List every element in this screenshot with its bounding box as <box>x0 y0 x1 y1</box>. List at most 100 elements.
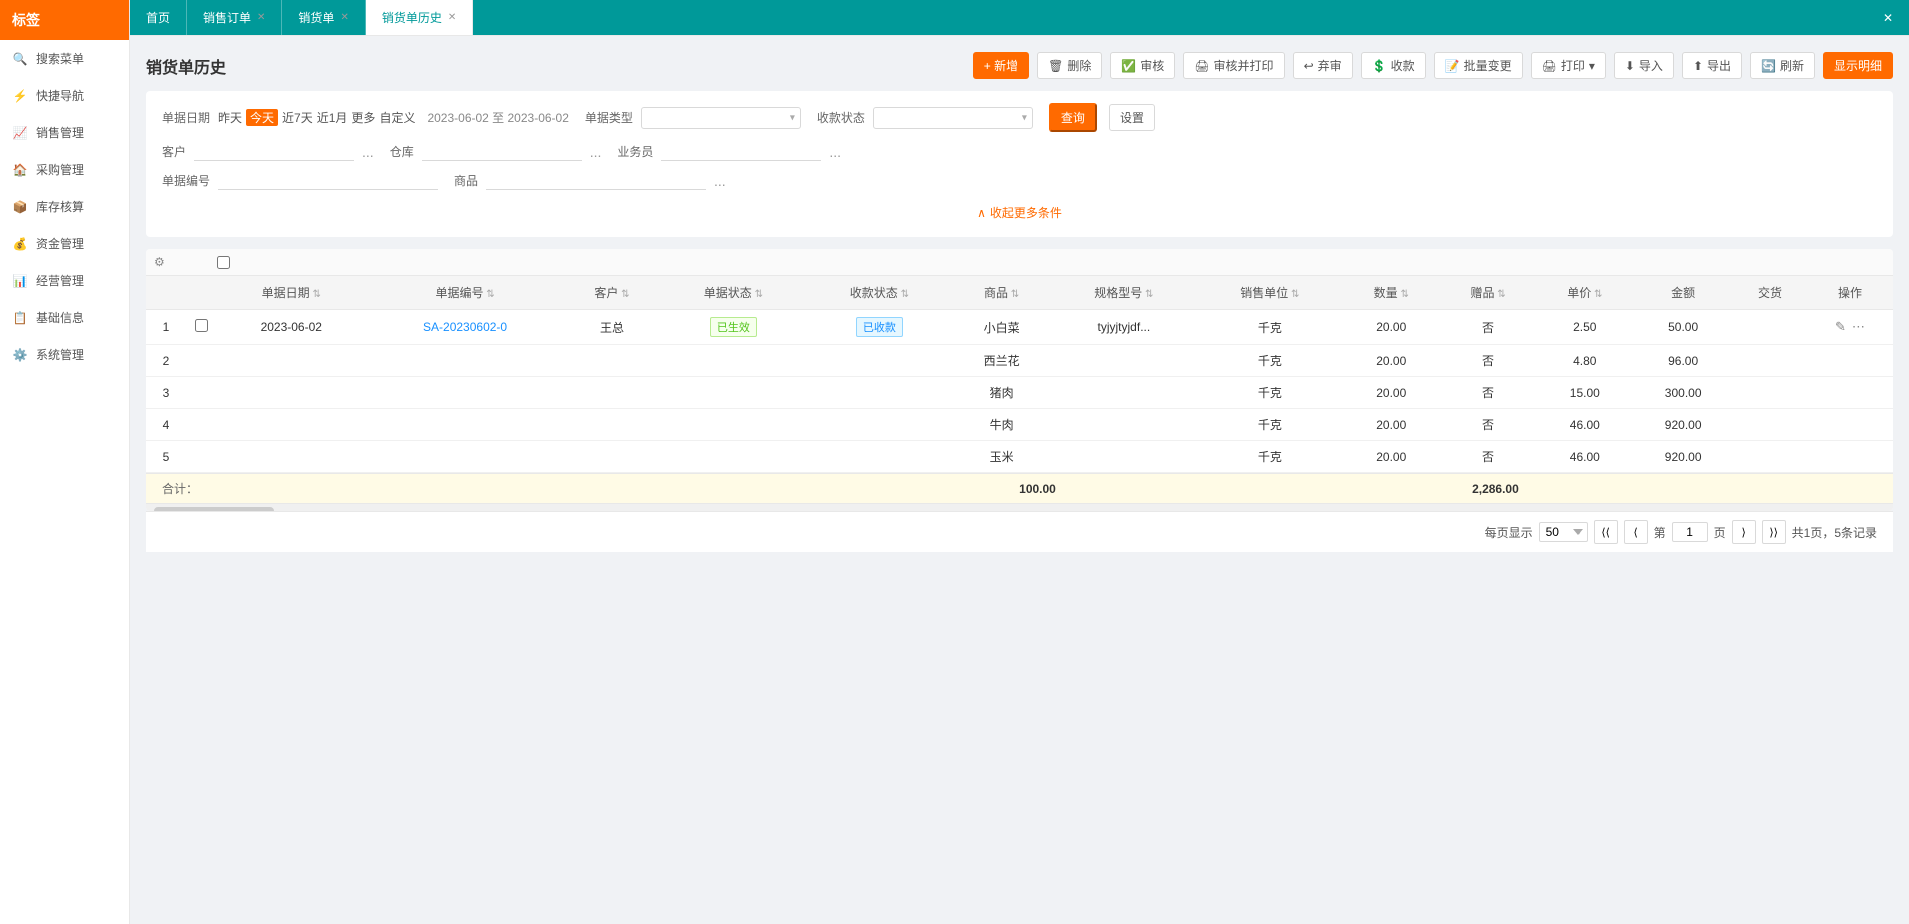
tab-sales-order[interactable]: 销售订单 ✕ <box>187 0 282 35</box>
tab-sales-goods[interactable]: 销货单 ✕ <box>282 0 365 35</box>
row-checkbox[interactable] <box>195 319 208 332</box>
import-button[interactable]: ⬇ 导入 <box>1614 52 1674 79</box>
tab-sales-history[interactable]: 销货单历史 ✕ <box>366 0 473 35</box>
export-button[interactable]: ⬆ 导出 <box>1682 52 1742 79</box>
filter-item-customer: 客户 ... <box>162 142 374 161</box>
goods-input[interactable] <box>486 171 706 190</box>
chevron-up-icon: ∧ <box>977 206 986 220</box>
refresh-icon: 🔄 <box>1761 59 1776 73</box>
cell-gift: 否 <box>1440 441 1537 473</box>
col-price[interactable]: 单价 <box>1536 276 1633 310</box>
query-button[interactable]: 查询 <box>1049 103 1097 132</box>
col-index <box>146 276 186 310</box>
sidebar-item-purchase-mgmt[interactable]: 🏠 采购管理 <box>0 151 129 188</box>
col-pay-status[interactable]: 收款状态 <box>806 276 952 310</box>
refresh-button[interactable]: 🔄 刷新 <box>1750 52 1815 79</box>
warehouse-input[interactable] <box>422 142 582 161</box>
cell-qty: 20.00 <box>1343 409 1440 441</box>
sidebar-item-finance-mgmt[interactable]: 💰 资金管理 <box>0 225 129 262</box>
horizontal-scrollbar[interactable] <box>146 503 1893 511</box>
staff-input[interactable] <box>661 142 821 161</box>
col-order-no[interactable]: 单据编号 <box>367 276 564 310</box>
filter-row-2: 客户 ... 仓库 ... 业务员 ... <box>162 142 1877 161</box>
next-page-button[interactable]: ⟩ <box>1732 520 1756 544</box>
page-size-select[interactable]: 20 50 100 <box>1539 522 1588 542</box>
staff-picker-icon[interactable]: ... <box>829 144 841 160</box>
table-settings-icon[interactable]: ⚙ <box>154 255 165 269</box>
table-row: 2 西兰花 千克 20.00 否 4.80 96.00 <box>146 345 1893 377</box>
cell-spec <box>1051 441 1197 473</box>
type-select[interactable] <box>641 107 801 129</box>
close-all-icon[interactable]: ✕ <box>1875 11 1901 25</box>
more-icon[interactable]: ⋯ <box>1852 319 1865 335</box>
sidebar-item-basic-info[interactable]: 📋 基础信息 <box>0 299 129 336</box>
print-button[interactable]: 🖨 打印 ▾ <box>1531 52 1606 79</box>
batch-change-button[interactable]: 📝 批量变更 <box>1434 52 1523 79</box>
order-no-input[interactable] <box>218 171 438 190</box>
filter-item-order-no: 单据编号 <box>162 171 438 190</box>
col-qty[interactable]: 数量 <box>1343 276 1440 310</box>
customer-picker-icon[interactable]: ... <box>362 144 374 160</box>
page-input[interactable] <box>1672 522 1708 542</box>
review-button[interactable]: ✅ 审核 <box>1110 52 1175 79</box>
sidebar-item-quick-nav[interactable]: ⚡ 快捷导航 <box>0 77 129 114</box>
col-spec[interactable]: 规格型号 <box>1051 276 1197 310</box>
first-page-button[interactable]: ⟨⟨ <box>1594 520 1618 544</box>
cell-order-no <box>367 409 564 441</box>
customer-input[interactable] <box>194 142 354 161</box>
col-date[interactable]: 单据日期 <box>216 276 367 310</box>
shortcut-more[interactable]: 更多 <box>351 109 375 126</box>
review-print-button[interactable]: 🖨 审核并打印 <box>1183 52 1284 79</box>
cell-index: 1 <box>146 310 186 345</box>
cell-customer <box>564 441 661 473</box>
col-customer[interactable]: 客户 <box>564 276 661 310</box>
flash-icon: ⚡ <box>12 88 28 104</box>
cell-order-no <box>367 345 564 377</box>
cell-order-status <box>660 409 806 441</box>
tab-close-sales-history[interactable]: ✕ <box>448 12 456 23</box>
bar-icon: 📊 <box>12 273 28 289</box>
last-page-button[interactable]: ⟩⟩ <box>1762 520 1786 544</box>
sidebar-item-search-menu[interactable]: 🔍 搜索菜单 <box>0 40 129 77</box>
delete-button[interactable]: 🗑 删除 <box>1037 52 1102 79</box>
cell-action <box>1807 377 1893 409</box>
select-all-checkbox[interactable] <box>217 256 230 269</box>
review-print-icon: 🖨 <box>1194 59 1209 73</box>
shortcut-7days[interactable]: 近7天 <box>282 109 313 126</box>
collapse-filter[interactable]: ∧ 收起更多条件 <box>162 200 1877 225</box>
sidebar-item-ops-mgmt[interactable]: 📊 经营管理 <box>0 262 129 299</box>
pay-status-select[interactable] <box>873 107 1033 129</box>
col-order-status[interactable]: 单据状态 <box>660 276 806 310</box>
cell-amount: 300.00 <box>1633 377 1733 409</box>
collect-button[interactable]: 💲 收款 <box>1361 52 1426 79</box>
table-row: 4 牛肉 千克 20.00 否 46.00 920.00 <box>146 409 1893 441</box>
cell-amount: 96.00 <box>1633 345 1733 377</box>
cell-price: 4.80 <box>1536 345 1633 377</box>
sidebar-item-sales-mgmt[interactable]: 📈 销售管理 <box>0 114 129 151</box>
col-amount: 金额 <box>1633 276 1733 310</box>
order-no-link[interactable]: SA-20230602-0 <box>423 320 507 334</box>
tab-close-sales-goods[interactable]: ✕ <box>340 12 348 23</box>
cell-price: 2.50 <box>1536 310 1633 345</box>
col-checkbox <box>186 276 216 310</box>
tab-close-sales-order[interactable]: ✕ <box>257 12 265 23</box>
new-button[interactable]: + 新增 <box>973 52 1029 79</box>
sidebar-item-sys-mgmt[interactable]: ⚙️ 系统管理 <box>0 336 129 373</box>
col-gift[interactable]: 赠品 <box>1440 276 1537 310</box>
shortcut-yesterday[interactable]: 昨天 <box>218 109 242 126</box>
abandon-button[interactable]: ↩ 弃审 <box>1293 52 1353 79</box>
shortcut-custom[interactable]: 自定义 <box>379 109 415 126</box>
tab-home[interactable]: 首页 <box>130 0 187 35</box>
goods-picker-icon[interactable]: ... <box>714 173 726 189</box>
settings-button[interactable]: 设置 <box>1109 104 1155 131</box>
sidebar-item-inventory[interactable]: 📦 库存核算 <box>0 188 129 225</box>
col-unit[interactable]: 销售单位 <box>1197 276 1343 310</box>
show-detail-button[interactable]: 显示明细 <box>1823 52 1893 79</box>
col-goods[interactable]: 商品 <box>952 276 1050 310</box>
footer-cells: 100.00 2,286.00 <box>198 482 1877 496</box>
shortcut-today[interactable]: 今天 <box>246 109 278 126</box>
edit-icon[interactable]: ✎ <box>1835 319 1846 335</box>
shortcut-1month[interactable]: 近1月 <box>317 109 348 126</box>
prev-page-button[interactable]: ⟨ <box>1624 520 1648 544</box>
warehouse-picker-icon[interactable]: ... <box>590 144 602 160</box>
